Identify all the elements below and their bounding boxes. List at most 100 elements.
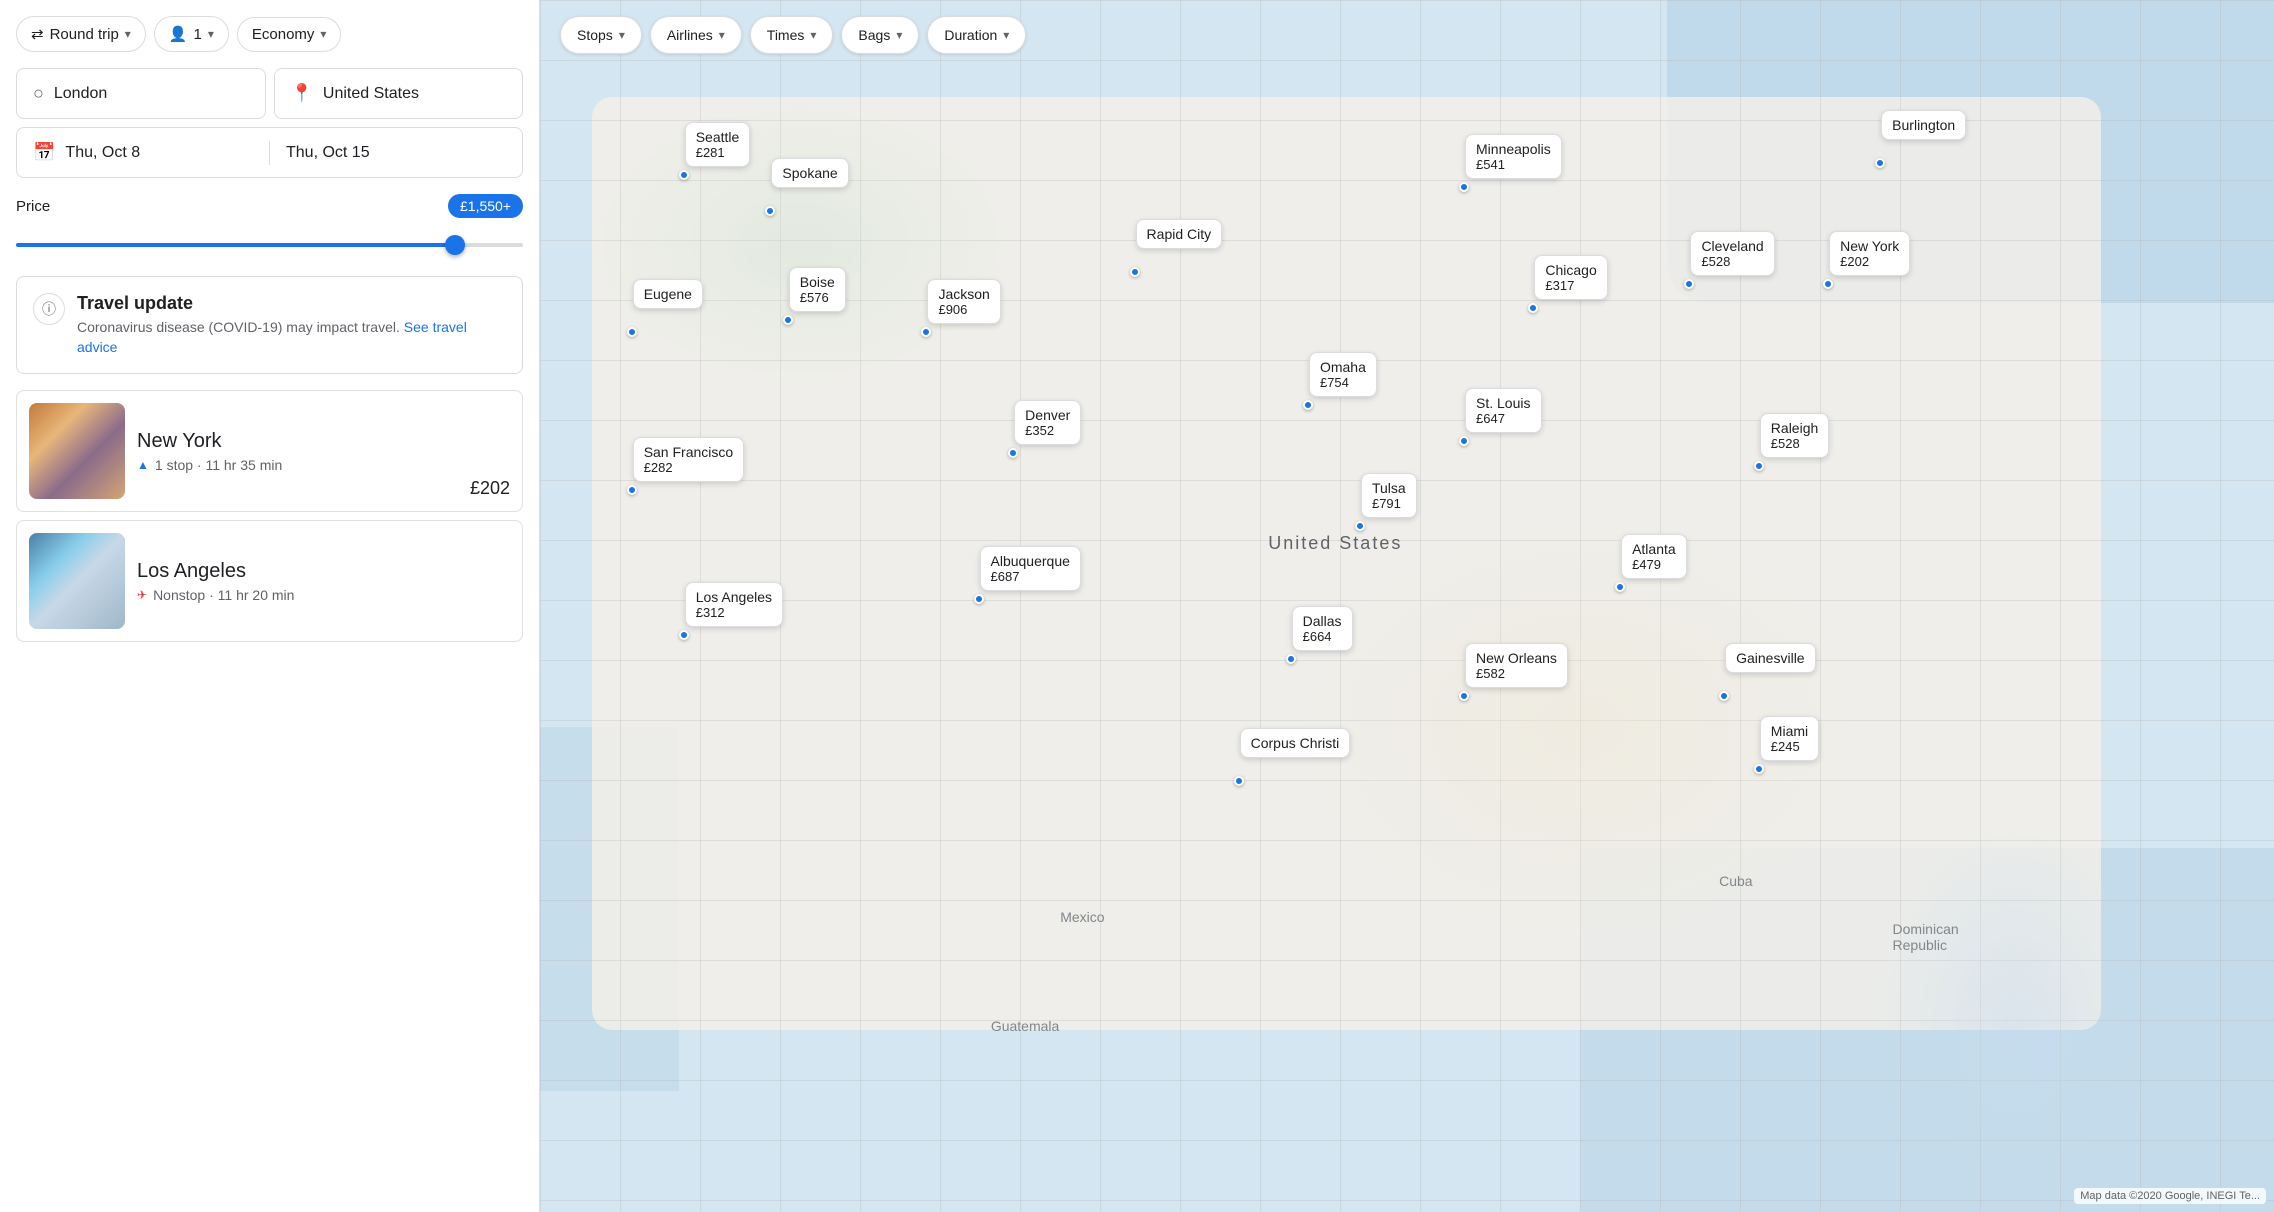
city-price-jackson: £906 bbox=[938, 302, 989, 317]
city-price-denver: £352 bbox=[1025, 423, 1070, 438]
map-label-raleigh[interactable]: Raleigh£528 bbox=[1760, 413, 1829, 458]
map-dot-raleigh bbox=[1754, 461, 1764, 471]
date-to-input[interactable]: Thu, Oct 15 bbox=[270, 130, 522, 176]
newyork-city-label: New York bbox=[137, 430, 458, 453]
bags-chevron: ▾ bbox=[896, 28, 902, 42]
losangeles-flight-info: Los Angeles ✈ Nonstop · 11 hr 20 min bbox=[137, 560, 498, 603]
city-name-boise: Boise bbox=[800, 274, 835, 290]
city-price-new-york: £202 bbox=[1840, 254, 1899, 269]
map-dot-boise bbox=[783, 315, 793, 325]
city-name-st-louis: St. Louis bbox=[1476, 395, 1530, 411]
map-dot-burlington bbox=[1875, 158, 1885, 168]
map-label-albuquerque[interactable]: Albuquerque£687 bbox=[980, 546, 1081, 591]
map-label-dallas[interactable]: Dallas£664 bbox=[1292, 606, 1353, 651]
map-label-tulsa[interactable]: Tulsa£791 bbox=[1361, 473, 1417, 518]
map-label-cleveland[interactable]: Cleveland£528 bbox=[1690, 231, 1774, 276]
city-price-cleveland: £528 bbox=[1701, 254, 1763, 269]
destination-icon: 📍 bbox=[291, 83, 313, 104]
airlines-label: Airlines bbox=[667, 27, 713, 43]
city-name-jackson: Jackson bbox=[938, 286, 989, 302]
cabin-label: Economy bbox=[252, 26, 315, 43]
map-label-spokane[interactable]: Spokane bbox=[771, 158, 848, 188]
date-to-label: Thu, Oct 15 bbox=[286, 144, 370, 162]
map-dot-new-orleans bbox=[1459, 691, 1469, 701]
map-label-corpus-christi[interactable]: Corpus Christi bbox=[1240, 728, 1351, 758]
map-label-los-angeles[interactable]: Los Angeles£312 bbox=[685, 582, 783, 627]
trip-type-dropdown[interactable]: ⇄ Round trip ▾ bbox=[16, 16, 146, 52]
city-name-omaha: Omaha bbox=[1320, 359, 1366, 375]
map-label-seattle[interactable]: Seattle£281 bbox=[685, 122, 751, 167]
map-label-rapid-city[interactable]: Rapid City bbox=[1136, 219, 1223, 249]
city-price-los-angeles: £312 bbox=[696, 605, 772, 620]
newyork-stop-info: 1 stop · 11 hr 35 min bbox=[155, 457, 282, 473]
passengers-label: 1 bbox=[194, 26, 202, 43]
cabin-dropdown[interactable]: Economy ▾ bbox=[237, 17, 342, 52]
city-price-tulsa: £791 bbox=[1372, 496, 1406, 511]
map-label-miami[interactable]: Miami£245 bbox=[1760, 716, 1819, 761]
trip-type-label: Round trip bbox=[50, 26, 119, 43]
flight-card-newyork[interactable]: New York ▲ 1 stop · 11 hr 35 min £202 bbox=[16, 390, 523, 512]
city-name-san-francisco: San Francisco bbox=[644, 444, 733, 460]
newyork-price: £202 bbox=[470, 478, 510, 499]
city-name-minneapolis: Minneapolis bbox=[1476, 141, 1551, 157]
map-dot-miami bbox=[1754, 764, 1764, 774]
price-slider-wrap bbox=[16, 226, 523, 260]
city-price-albuquerque: £687 bbox=[991, 569, 1070, 584]
stops-filter[interactable]: Stops ▾ bbox=[560, 16, 642, 54]
map-label-chicago[interactable]: Chicago£317 bbox=[1534, 255, 1607, 300]
losangeles-stop-info: Nonstop · 11 hr 20 min bbox=[153, 587, 294, 603]
map-label-boise[interactable]: Boise£576 bbox=[789, 267, 846, 312]
map-label-st-louis[interactable]: St. Louis£647 bbox=[1465, 388, 1541, 433]
times-label: Times bbox=[767, 27, 805, 43]
map-label-eugene[interactable]: Eugene bbox=[633, 279, 703, 309]
map-dot-omaha bbox=[1303, 400, 1313, 410]
travel-update-title: Travel update bbox=[77, 293, 506, 314]
airlines-filter[interactable]: Airlines ▾ bbox=[650, 16, 742, 54]
date-from-label: Thu, Oct 8 bbox=[65, 144, 140, 162]
trip-type-chevron: ▾ bbox=[125, 27, 131, 41]
left-panel: ⇄ Round trip ▾ 👤 1 ▾ Economy ▾ ○ London … bbox=[0, 0, 540, 1212]
map-label-burlington[interactable]: Burlington bbox=[1881, 110, 1966, 140]
map-dot-rapid-city bbox=[1130, 267, 1140, 277]
map-label-new-york[interactable]: New York£202 bbox=[1829, 231, 1910, 276]
top-bar: ⇄ Round trip ▾ 👤 1 ▾ Economy ▾ bbox=[16, 16, 523, 52]
destination-input[interactable]: 📍 United States bbox=[274, 68, 524, 119]
map-label-new-orleans[interactable]: New Orleans£582 bbox=[1465, 643, 1568, 688]
price-label: Price bbox=[16, 198, 50, 215]
bags-filter[interactable]: Bags ▾ bbox=[841, 16, 919, 54]
map-dot-seattle bbox=[679, 170, 689, 180]
origin-icon: ○ bbox=[33, 83, 44, 104]
city-name-miami: Miami bbox=[1771, 723, 1808, 739]
price-slider[interactable] bbox=[16, 243, 523, 247]
city-price-omaha: £754 bbox=[1320, 375, 1366, 390]
city-price-dallas: £664 bbox=[1303, 629, 1342, 644]
map-label-gainesville[interactable]: Gainesville bbox=[1725, 643, 1815, 673]
duration-filter[interactable]: Duration ▾ bbox=[927, 16, 1026, 54]
city-name-denver: Denver bbox=[1025, 407, 1070, 423]
city-price-seattle: £281 bbox=[696, 145, 740, 160]
info-icon: ⓘ bbox=[33, 293, 65, 325]
city-name-cleveland: Cleveland bbox=[1701, 238, 1763, 254]
city-price-chicago: £317 bbox=[1545, 278, 1596, 293]
times-filter[interactable]: Times ▾ bbox=[750, 16, 834, 54]
passengers-dropdown[interactable]: 👤 1 ▾ bbox=[154, 16, 229, 52]
map-label-omaha[interactable]: Omaha£754 bbox=[1309, 352, 1377, 397]
city-name-spokane: Spokane bbox=[782, 165, 837, 181]
date-from-input[interactable]: 📅 Thu, Oct 8 bbox=[17, 128, 269, 177]
city-name-chicago: Chicago bbox=[1545, 262, 1596, 278]
stops-chevron: ▾ bbox=[619, 28, 625, 42]
city-price-miami: £245 bbox=[1771, 739, 1808, 754]
map-label-minneapolis[interactable]: Minneapolis£541 bbox=[1465, 134, 1562, 179]
map-label-jackson[interactable]: Jackson£906 bbox=[927, 279, 1000, 324]
map-label-san-francisco[interactable]: San Francisco£282 bbox=[633, 437, 744, 482]
newyork-flight-info: New York ▲ 1 stop · 11 hr 35 min bbox=[137, 430, 458, 473]
times-chevron: ▾ bbox=[810, 28, 816, 42]
city-name-tulsa: Tulsa bbox=[1372, 480, 1406, 496]
flight-card-losangeles[interactable]: Los Angeles ✈ Nonstop · 11 hr 20 min bbox=[16, 520, 523, 642]
map-dot-los-angeles bbox=[679, 630, 689, 640]
search-inputs: ○ London 📍 United States 📅 Thu, Oct 8 Th… bbox=[16, 68, 523, 178]
passengers-chevron: ▾ bbox=[208, 27, 214, 41]
map-label-denver[interactable]: Denver£352 bbox=[1014, 400, 1081, 445]
origin-input[interactable]: ○ London bbox=[16, 68, 266, 119]
map-label-atlanta[interactable]: Atlanta£479 bbox=[1621, 534, 1687, 579]
